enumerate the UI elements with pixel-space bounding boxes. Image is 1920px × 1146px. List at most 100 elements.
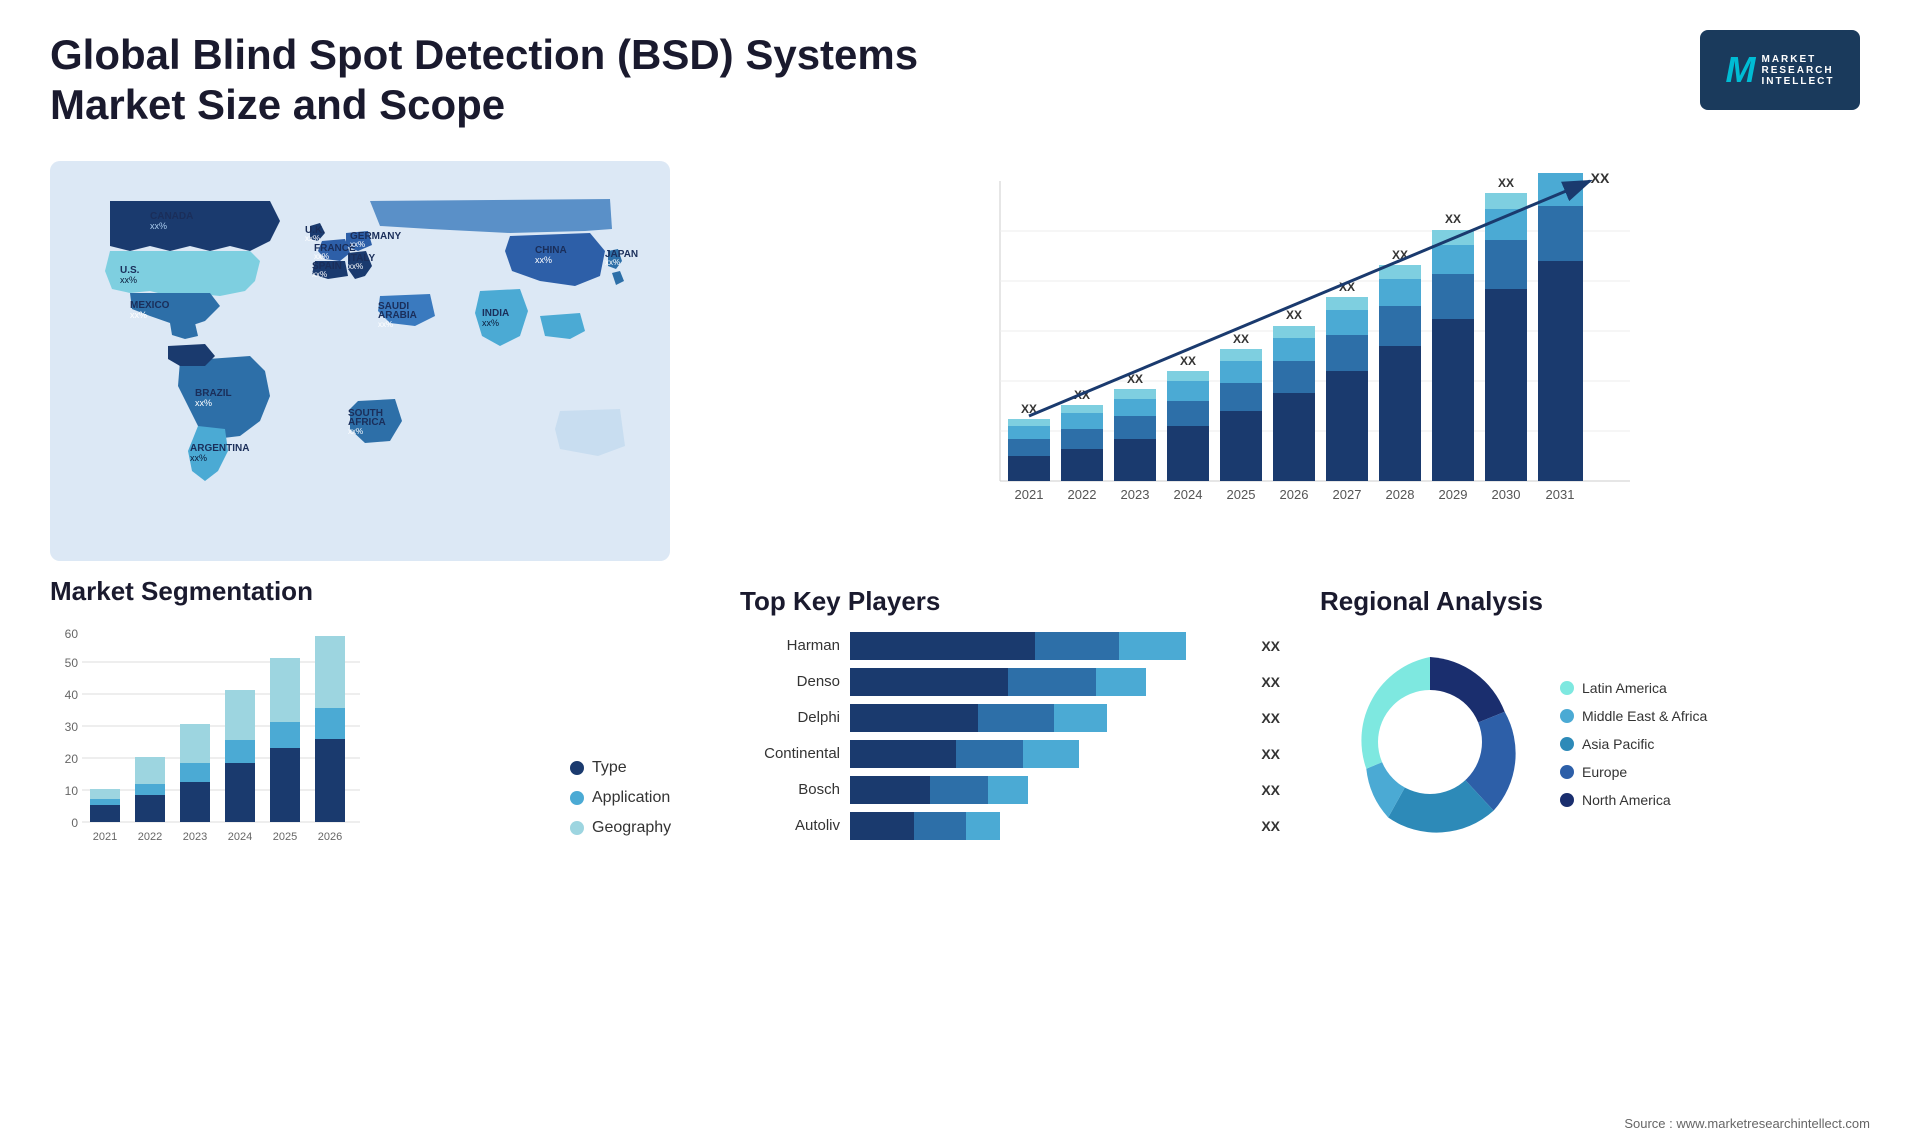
bar-2024-label: 2024: [1174, 487, 1203, 502]
legend-geography: Geography: [570, 819, 710, 837]
player-value-autoliv: XX: [1261, 818, 1280, 834]
donut-wrapper: Latin America Middle East & Africa Asia …: [1320, 632, 1860, 857]
player-bar-delphi-s1: [850, 704, 978, 732]
player-bar-autoliv: [850, 812, 1000, 840]
bar-2025-label: 2025: [1227, 487, 1256, 502]
svg-text:2026: 2026: [318, 831, 342, 843]
player-value-denso: XX: [1261, 674, 1280, 690]
svg-text:10: 10: [65, 784, 79, 798]
reg-legend-apac-label: Asia Pacific: [1582, 736, 1654, 752]
player-bar-container-harman: [850, 632, 1245, 660]
bar-chart-svg: 2021 XX 2022 XX 2023 XX 2024 XX: [720, 161, 1860, 561]
bar-2026-val: XX: [1286, 308, 1302, 322]
bar-2027-s2: [1326, 335, 1368, 371]
bar-2027-label: 2027: [1333, 487, 1362, 502]
reg-legend-europe: Europe: [1560, 764, 1707, 780]
bar-2026-s3: [1273, 338, 1315, 361]
bar-2027-s3: [1326, 310, 1368, 335]
argentina-val: xx%: [190, 453, 207, 463]
reg-legend-mea: Middle East & Africa: [1560, 708, 1707, 724]
player-bar-delphi: [850, 704, 1107, 732]
player-row-continental: Continental XX: [740, 740, 1280, 768]
reg-legend-latam: Latin America: [1560, 680, 1707, 696]
svg-text:50: 50: [65, 656, 79, 670]
player-bar-harman: [850, 632, 1186, 660]
svg-text:60: 60: [65, 627, 79, 641]
reg-legend-latam-dot: [1560, 681, 1574, 695]
player-bar-bosch-s2: [930, 776, 987, 804]
bar-2023-s3: [1114, 399, 1156, 416]
bar-chart-section: 2021 XX 2022 XX 2023 XX 2024 XX: [690, 151, 1890, 581]
player-bar-continental-s3: [1023, 740, 1079, 768]
reg-legend-apac-dot: [1560, 737, 1574, 751]
donut-chart-area: [1320, 632, 1540, 857]
player-bar-denso-s2: [1008, 668, 1096, 696]
reg-legend-europe-dot: [1560, 765, 1574, 779]
player-bar-autoliv-s1: [850, 812, 914, 840]
bar-2023-s4: [1114, 389, 1156, 399]
bar-2026-s4: [1273, 326, 1315, 338]
reg-legend-mea-dot: [1560, 709, 1574, 723]
page-title: Global Blind Spot Detection (BSD) System…: [50, 30, 950, 131]
reg-legend-mea-label: Middle East & Africa: [1582, 708, 1707, 724]
player-bar-denso-s1: [850, 668, 1008, 696]
player-bar-harman-s1: [850, 632, 1035, 660]
donut-inner-circle: [1378, 690, 1482, 794]
spain-val: xx%: [312, 270, 327, 279]
bar-2030-s2: [1485, 240, 1527, 289]
svg-text:40: 40: [65, 688, 79, 702]
svg-text:0: 0: [71, 816, 78, 830]
bar-2022-s2: [1061, 429, 1103, 449]
bar-2031-val: XX: [1591, 170, 1610, 186]
svg-text:2024: 2024: [228, 831, 252, 843]
bar-2029-s2: [1432, 274, 1474, 319]
svg-text:2023: 2023: [183, 831, 207, 843]
bar-2022-s4: [1061, 405, 1103, 413]
bar-2031-s2: [1538, 206, 1583, 261]
bar-2021-s4: [1008, 419, 1050, 426]
players-chart: Harman XX Denso: [740, 632, 1280, 840]
player-bar-container-bosch: [850, 776, 1245, 804]
bar-2028-s1: [1379, 346, 1421, 481]
regional-title: Regional Analysis: [1320, 586, 1860, 617]
bar-2030-s3: [1485, 209, 1527, 240]
bar-2031-label: 2031: [1546, 487, 1575, 502]
logo-line3: INTELLECT: [1762, 76, 1835, 87]
bar-2027-s1: [1326, 371, 1368, 481]
map-section: CANADA xx% U.S. xx% MEXICO xx% BRAZIL xx…: [30, 151, 690, 581]
player-bar-continental-s2: [956, 740, 1023, 768]
logo-line2: RESEARCH: [1762, 65, 1835, 76]
player-bar-continental: [850, 740, 1079, 768]
reg-legend-northamerica-dot: [1560, 793, 1574, 807]
donut-svg: [1320, 632, 1540, 852]
svg-text:2022: 2022: [138, 831, 162, 843]
legend-type: Type: [570, 759, 710, 777]
player-bar-autoliv-s3: [966, 812, 1001, 840]
player-bar-container-autoliv: [850, 812, 1245, 840]
reg-legend-northamerica: North America: [1560, 792, 1707, 808]
france-val: xx%: [314, 252, 329, 261]
svg-text:30: 30: [65, 720, 79, 734]
page-header: Global Blind Spot Detection (BSD) System…: [0, 0, 1920, 151]
bar-2026-s1: [1273, 393, 1315, 481]
bar-2029-val: XX: [1445, 212, 1461, 226]
source-text: Source : www.marketresearchintellect.com: [1624, 1116, 1870, 1131]
reg-legend-apac: Asia Pacific: [1560, 736, 1707, 752]
player-name-autoliv: Autoliv: [740, 817, 840, 834]
reg-legend-europe-label: Europe: [1582, 764, 1627, 780]
bar-2021-s2: [1008, 439, 1050, 456]
logo-box: M MARKET RESEARCH INTELLECT: [1700, 30, 1860, 110]
saudi-val: xx%: [378, 320, 393, 329]
svg-text:2025: 2025: [273, 831, 297, 843]
world-map-svg: CANADA xx% U.S. xx% MEXICO xx% BRAZIL xx…: [50, 161, 670, 561]
bar-2024-val: XX: [1180, 354, 1196, 368]
seg-chart-svg: 0 10 20 30 40 50 60: [50, 622, 370, 862]
mexico-val: xx%: [130, 310, 147, 320]
player-value-delphi: XX: [1261, 710, 1280, 726]
bar-2025-s3: [1220, 361, 1262, 383]
bar-2025-s4: [1220, 349, 1262, 361]
player-row-harman: Harman XX: [740, 632, 1280, 660]
logo-area: M MARKET RESEARCH INTELLECT: [1690, 30, 1870, 110]
player-bar-harman-s3: [1119, 632, 1186, 660]
player-bar-delphi-s2: [978, 704, 1054, 732]
